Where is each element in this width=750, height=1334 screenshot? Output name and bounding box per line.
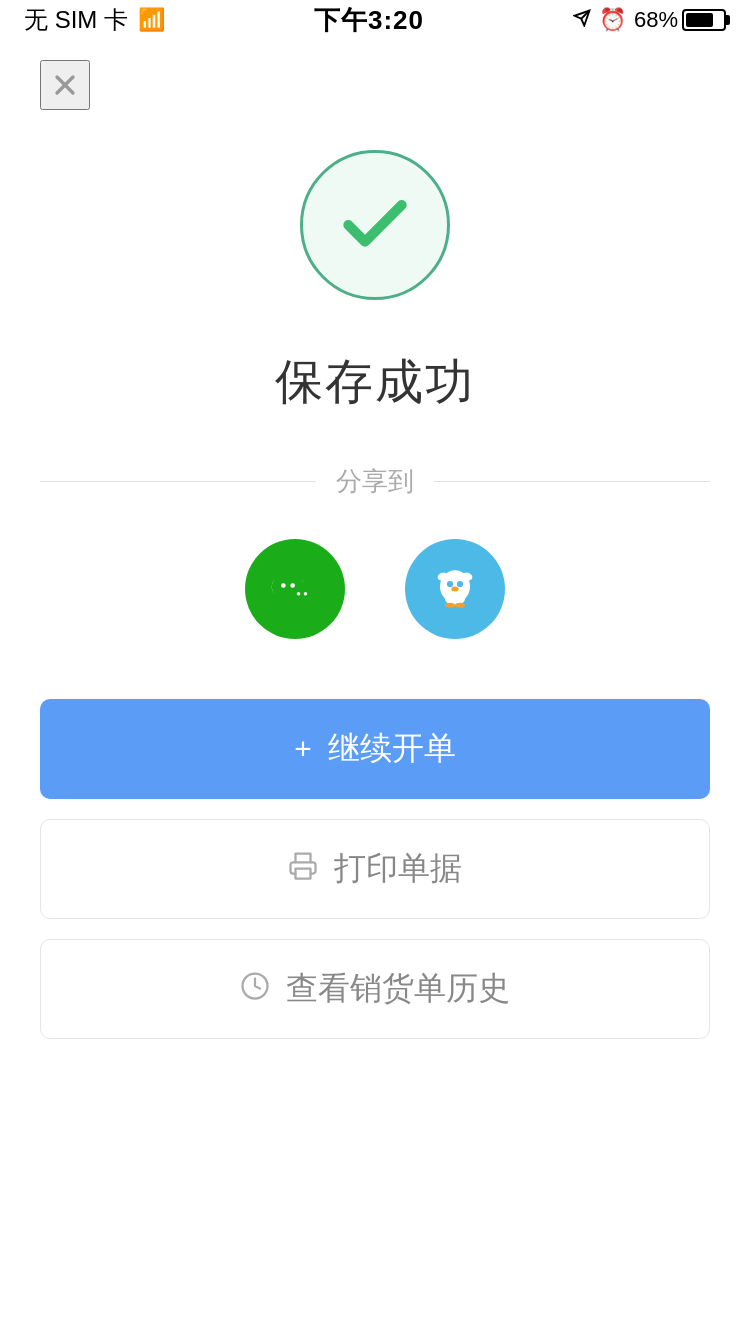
svg-point-11: [304, 592, 308, 596]
share-label: 分享到: [336, 464, 414, 499]
wechat-share-button[interactable]: [245, 539, 345, 639]
success-circle: [300, 150, 450, 300]
close-icon: [49, 69, 81, 101]
history-label: 查看销货单历史: [286, 967, 510, 1011]
share-icons-container: [245, 539, 505, 639]
continue-button[interactable]: + 继续开单: [40, 699, 710, 799]
printer-icon: [288, 851, 318, 888]
alarm-icon: ⏰: [599, 7, 626, 33]
divider-left: [40, 481, 316, 482]
battery-indicator: 68%: [634, 7, 726, 33]
main-content: 保存成功 分享到: [0, 40, 750, 1079]
svg-rect-21: [296, 868, 311, 878]
print-label: 打印单据: [334, 847, 462, 891]
svg-point-16: [451, 587, 459, 592]
svg-point-15: [457, 581, 463, 587]
qq-icon: [425, 559, 485, 619]
status-bar: 无 SIM 卡 📶 下午3:20 ⏰ 68%: [0, 0, 750, 40]
wifi-icon: 📶: [138, 7, 165, 33]
svg-point-20: [455, 603, 465, 608]
checkmark-icon: [335, 185, 415, 265]
share-divider: 分享到: [40, 464, 710, 499]
print-button[interactable]: 打印单据: [40, 819, 710, 919]
qq-share-button[interactable]: [405, 539, 505, 639]
history-button[interactable]: 查看销货单历史: [40, 939, 710, 1039]
location-icon: [573, 7, 591, 33]
plus-icon: +: [294, 732, 312, 766]
close-button[interactable]: [40, 60, 90, 110]
svg-point-14: [447, 581, 453, 587]
status-right: ⏰ 68%: [573, 7, 726, 33]
svg-point-8: [281, 583, 286, 588]
battery-icon: [682, 9, 726, 31]
success-title: 保存成功: [275, 350, 475, 414]
action-buttons: + 继续开单 打印单据 查看销货单历史: [40, 699, 710, 1039]
svg-point-9: [290, 583, 295, 588]
svg-point-10: [297, 592, 301, 596]
wechat-icon: [267, 561, 323, 617]
divider-right: [434, 481, 710, 482]
status-left: 无 SIM 卡 📶: [24, 4, 165, 36]
svg-point-19: [445, 603, 455, 608]
battery-percent: 68%: [634, 7, 678, 33]
no-sim-label: 无 SIM 卡: [24, 4, 128, 36]
continue-label: 继续开单: [328, 727, 456, 771]
clock-icon: [240, 971, 270, 1008]
status-time: 下午3:20: [314, 3, 424, 38]
